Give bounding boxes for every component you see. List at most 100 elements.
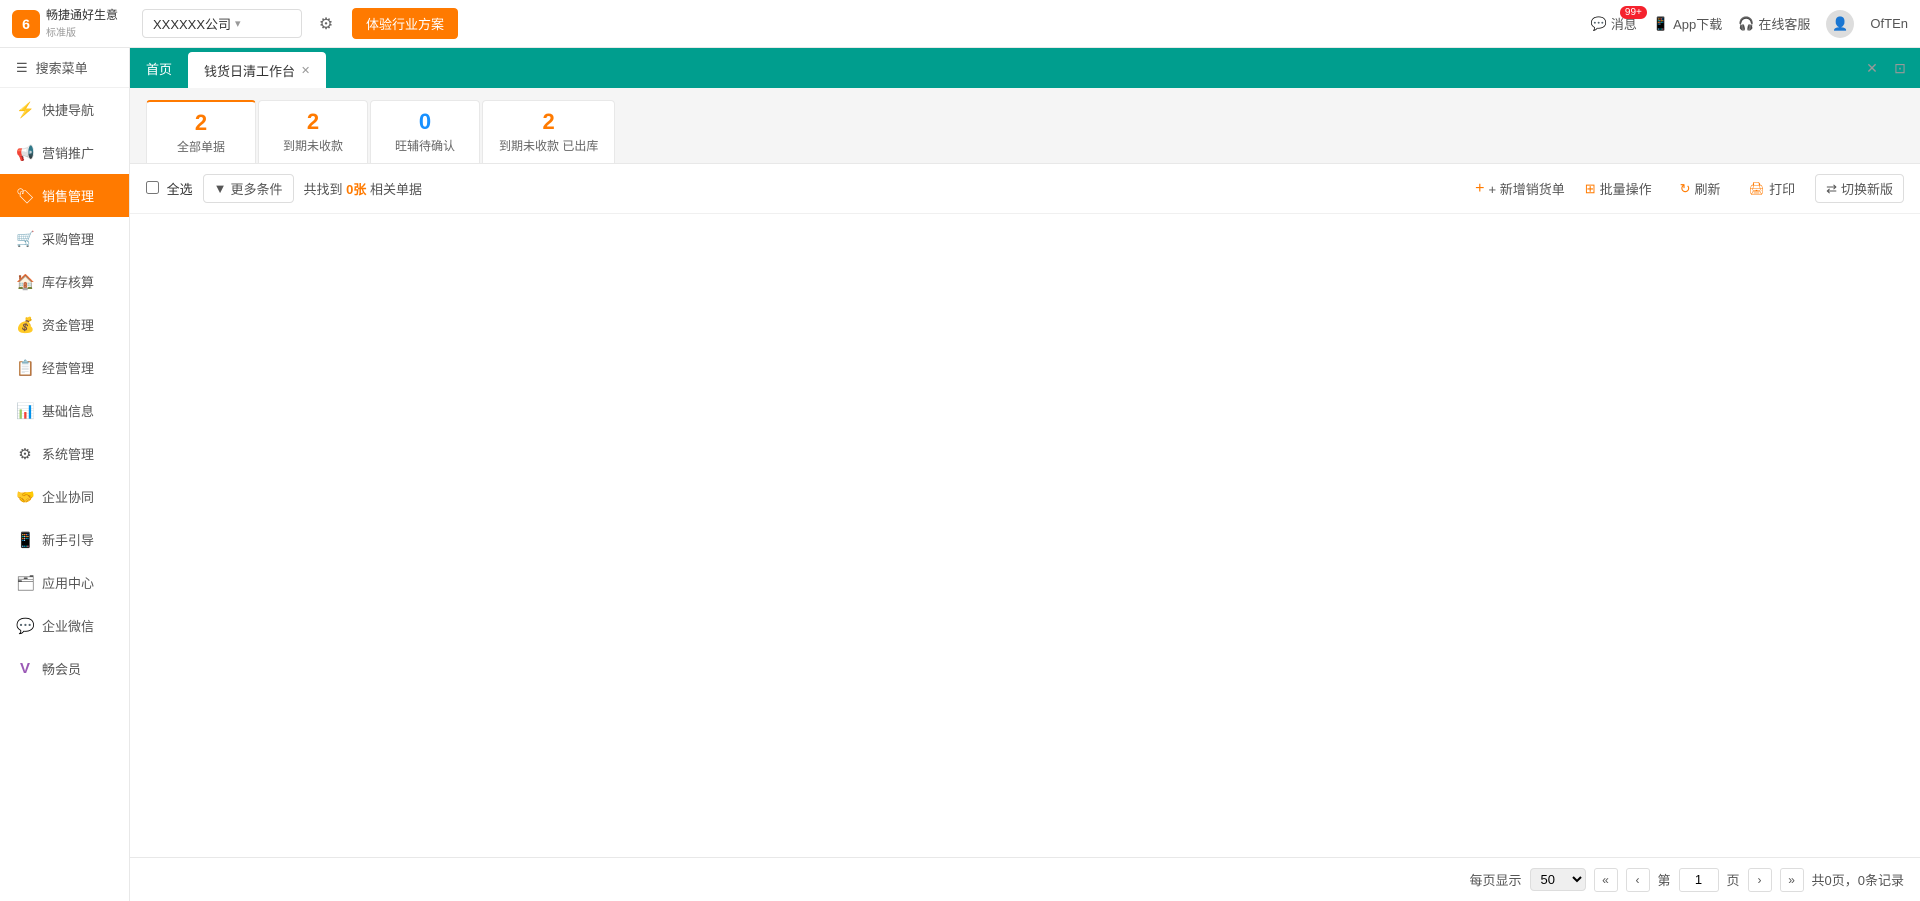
- marketing-icon: 📢: [16, 144, 34, 162]
- page-input[interactable]: [1679, 868, 1719, 892]
- tab-bar: 首页 钱货日清工作台 ✕ ✕ ⊡: [130, 48, 1920, 88]
- tab-cash-flow-label: 钱货日清工作台: [204, 61, 295, 80]
- sidebar-item-marketing[interactable]: 📢 营销推广: [0, 131, 129, 174]
- more-filter-button[interactable]: ▼ 更多条件: [203, 174, 294, 203]
- sidebar-item-finance[interactable]: 💰 资金管理: [0, 303, 129, 346]
- print-label: 打印: [1769, 179, 1795, 198]
- header-right: 💬 消息 99+ 📱 App下载 🎧 在线客服 👤 OfTEn: [1591, 10, 1908, 38]
- app-download-button[interactable]: 📱 App下载: [1653, 14, 1722, 33]
- trial-button[interactable]: 体验行业方案: [352, 8, 458, 39]
- refresh-icon: ↻: [1680, 181, 1691, 197]
- window-maximize-button[interactable]: ⊡: [1890, 58, 1910, 78]
- switch-version-button[interactable]: ⇄ 切换新版: [1815, 174, 1904, 203]
- refresh-label: 刷新: [1695, 179, 1721, 198]
- message-icon: 💬: [1591, 16, 1607, 32]
- batch-operation-button[interactable]: ⊞ 批量操作: [1577, 175, 1660, 202]
- tab-close-icon[interactable]: ✕: [301, 64, 310, 77]
- print-button[interactable]: 🖨 打印: [1741, 175, 1804, 202]
- page-prev-button[interactable]: ‹: [1626, 868, 1650, 892]
- company-name: XXXXXX公司: [153, 14, 231, 33]
- wecom-icon: 💬: [16, 617, 34, 635]
- toolbar: 全选 ▼ 更多条件 共找到 0张 相关单据 + + 新增销货单: [130, 164, 1920, 214]
- online-service-button[interactable]: 🎧 在线客服: [1738, 14, 1810, 33]
- sidebar-item-basic-info[interactable]: 📊 基础信息: [0, 389, 129, 432]
- tab-cash-flow[interactable]: 钱货日清工作台 ✕: [188, 52, 326, 88]
- print-icon: 🖨: [1749, 181, 1766, 197]
- sidebar-item-guide[interactable]: 📱 新手引导: [0, 518, 129, 561]
- settings-button[interactable]: ⚙: [310, 8, 342, 40]
- pagination-total: 共0页，0条记录: [1812, 870, 1904, 889]
- window-close-button[interactable]: ✕: [1862, 58, 1882, 78]
- plus-icon: +: [1475, 180, 1484, 198]
- wecom-label: 企业微信: [42, 616, 94, 635]
- operations-icon: 📋: [16, 359, 34, 377]
- stat-tab-overdue-out[interactable]: 2 到期未收款 已出库: [482, 100, 615, 163]
- page-prev-icon: ‹: [1636, 873, 1640, 887]
- page-next-button[interactable]: ›: [1748, 868, 1772, 892]
- tab-home[interactable]: 首页: [130, 48, 188, 88]
- logo-title: 畅捷通好生意: [46, 8, 118, 24]
- sidebar-item-operations[interactable]: 📋 经营管理: [0, 346, 129, 389]
- sidebar-item-quick-nav[interactable]: ⚡ 快捷导航: [0, 88, 129, 131]
- purchase-label: 采购管理: [42, 229, 94, 248]
- guide-label: 新手引导: [42, 530, 94, 549]
- search-menu-label: 搜索菜单: [36, 58, 88, 77]
- found-count: 0张: [346, 182, 366, 197]
- finance-label: 资金管理: [42, 315, 94, 334]
- new-order-button[interactable]: + + 新增销货单: [1475, 179, 1565, 198]
- operations-label: 经营管理: [42, 358, 94, 377]
- system-label: 系统管理: [42, 444, 94, 463]
- cooperation-icon: 🤝: [16, 488, 34, 506]
- stat-tab-all[interactable]: 2 全部单据: [146, 100, 256, 163]
- stat-pending-label: 旺辅待确认: [387, 137, 463, 154]
- stat-tab-overdue[interactable]: 2 到期未收款: [258, 100, 368, 163]
- page-first-button[interactable]: «: [1594, 868, 1618, 892]
- select-all-label: 全选: [167, 182, 193, 197]
- logo-area: 6 畅捷通好生意 标准版: [12, 8, 142, 39]
- company-selector[interactable]: XXXXXX公司 ▾: [142, 9, 302, 38]
- new-order-label: + 新增销货单: [1488, 179, 1564, 198]
- sidebar-item-inventory[interactable]: 🏠 库存核算: [0, 260, 129, 303]
- page-suffix: 页: [1727, 870, 1740, 889]
- member-icon: V: [16, 660, 34, 677]
- avatar-icon: 👤: [1832, 16, 1848, 32]
- avatar[interactable]: 👤: [1826, 10, 1854, 38]
- stat-overdue-label: 到期未收款: [275, 137, 351, 154]
- member-label: 畅会员: [42, 659, 81, 678]
- per-page-select[interactable]: 50 100: [1530, 868, 1586, 891]
- stat-tab-pending[interactable]: 0 旺辅待确认: [370, 100, 480, 163]
- sidebar-item-sales[interactable]: 🏷 销售管理: [0, 174, 129, 217]
- page-last-button[interactable]: »: [1780, 868, 1804, 892]
- sidebar-search[interactable]: ☰ 搜索菜单: [0, 48, 129, 88]
- messages-badge: 99+: [1620, 6, 1647, 19]
- filter-label: 更多条件: [231, 179, 283, 198]
- cooperation-label: 企业协同: [42, 487, 94, 506]
- finance-icon: 💰: [16, 316, 34, 334]
- select-all-checkbox[interactable]: 全选: [146, 179, 193, 198]
- online-service-label: 在线客服: [1758, 14, 1810, 33]
- switch-icon: ⇄: [1826, 181, 1837, 197]
- content-area: 2 全部单据 2 到期未收款 0 旺辅待确认 2 到期未收款 已出库 全选: [130, 88, 1920, 901]
- found-text: 共找到 0张 相关单据: [304, 179, 423, 198]
- messages-button[interactable]: 💬 消息 99+: [1591, 14, 1637, 33]
- logo-icon: 6: [12, 10, 40, 38]
- system-icon: ⚙: [16, 445, 34, 463]
- sidebar-item-cooperation[interactable]: 🤝 企业协同: [0, 475, 129, 518]
- sidebar-item-wecom[interactable]: 💬 企业微信: [0, 604, 129, 647]
- sidebar-item-member[interactable]: V 畅会员: [0, 647, 129, 690]
- app-center-icon: 🗂: [16, 574, 34, 592]
- page-first-icon: «: [1602, 873, 1609, 887]
- stat-all-label: 全部单据: [163, 138, 239, 155]
- filter-icon: ▼: [214, 181, 227, 196]
- batch-label: 批量操作: [1600, 179, 1652, 198]
- refresh-button[interactable]: ↻ 刷新: [1672, 175, 1729, 202]
- sidebar: ☰ 搜索菜单 ⚡ 快捷导航 📢 营销推广 🏷 销售管理 🛒 采购管理 🏠 库存核…: [0, 48, 130, 901]
- sidebar-item-app-center[interactable]: 🗂 应用中心: [0, 561, 129, 604]
- quick-nav-label: 快捷导航: [42, 100, 94, 119]
- sidebar-item-purchase[interactable]: 🛒 采购管理: [0, 217, 129, 260]
- stat-overdue-out-num: 2: [499, 109, 598, 135]
- inventory-label: 库存核算: [42, 272, 94, 291]
- sidebar-item-system[interactable]: ⚙ 系统管理: [0, 432, 129, 475]
- stats-tabs: 2 全部单据 2 到期未收款 0 旺辅待确认 2 到期未收款 已出库: [130, 88, 1920, 164]
- stat-overdue-out-label: 到期未收款 已出库: [499, 137, 598, 154]
